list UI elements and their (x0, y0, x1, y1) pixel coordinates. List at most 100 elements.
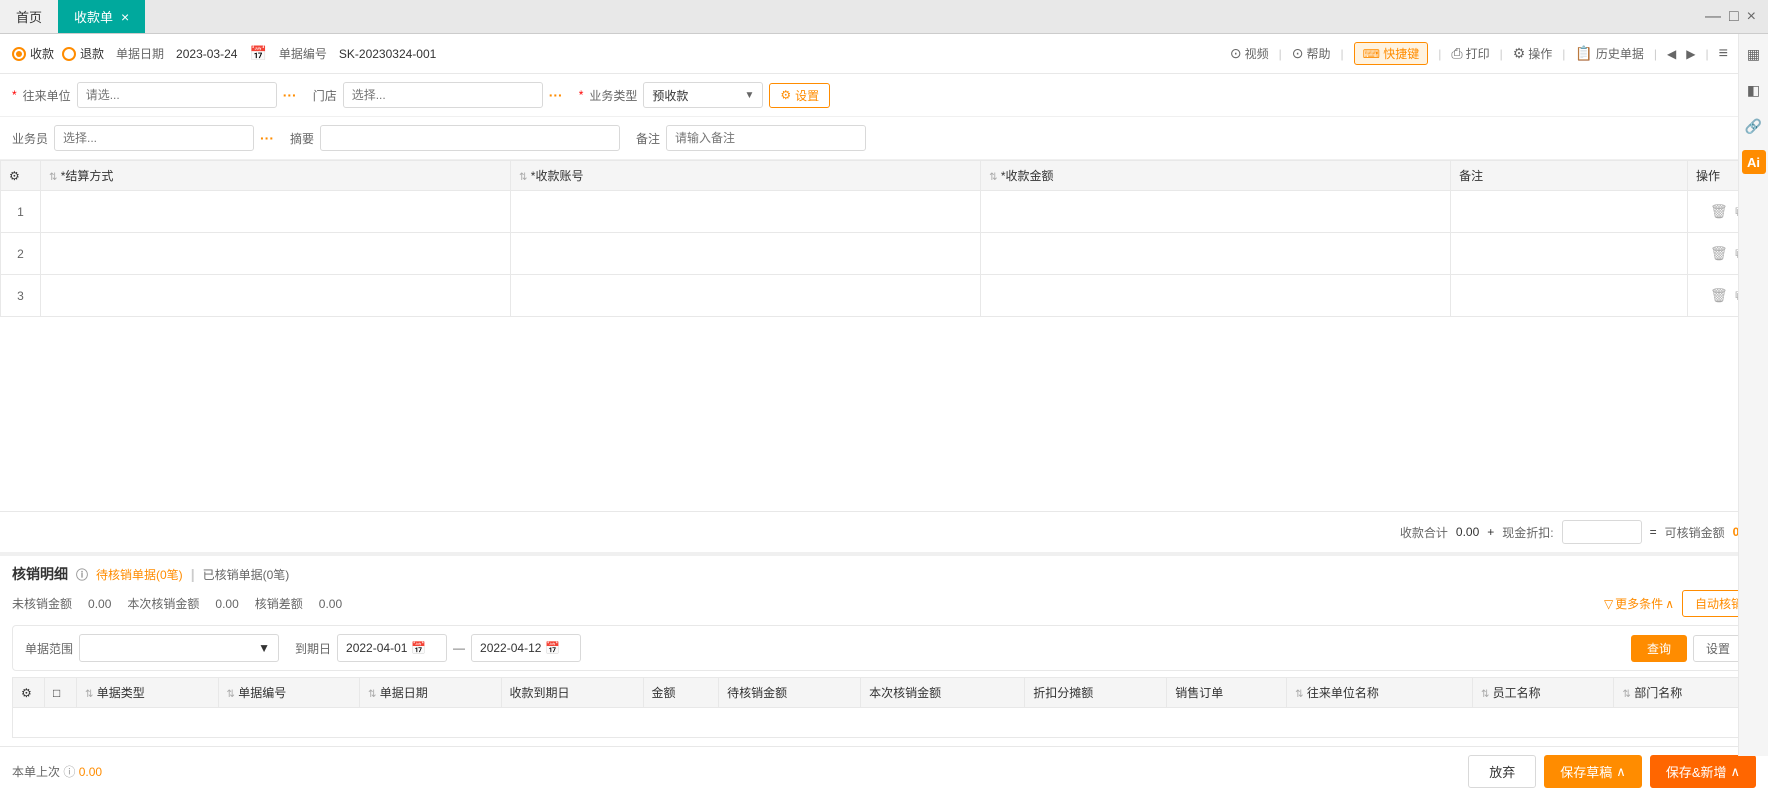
vcol-amount: 金额 (643, 678, 719, 708)
table-row: 2 🗑 ⧉ (1, 233, 1768, 275)
abandon-btn[interactable]: 放弃 (1468, 755, 1536, 788)
tab-bar: 首页 收款单 × — □ × (0, 0, 1768, 34)
history-label: 历史单据 (1596, 45, 1644, 62)
settings-button[interactable]: ⚙ 设置 (769, 83, 830, 108)
verify-table-wrapper: ⚙ □ ⇅ 单据类型 ⇅ 单据编号 ⇅ (12, 677, 1756, 738)
vcol-due-date-label: 收款到期日 (510, 686, 570, 700)
verify-stats-right: ▽ 更多条件 ∧ 自动核销 (1604, 590, 1756, 617)
row-settlement-3[interactable] (41, 275, 511, 317)
pending-tab[interactable]: 待核销单据(0笔) (96, 566, 183, 583)
delete-row-3-btn[interactable]: 🗑 (1708, 285, 1730, 306)
radio-receipt[interactable]: 收款 (12, 45, 54, 62)
shortcut-btn[interactable]: ⌨ 快捷键 (1354, 42, 1429, 65)
discount-input[interactable] (1562, 520, 1642, 544)
date-from-picker[interactable]: 2022-04-01 📅 (337, 634, 447, 662)
sidebar-panel-icon[interactable]: ◧ (1742, 78, 1766, 102)
row-account-2[interactable] (511, 233, 981, 275)
filter-row: 单据范围 ▼ 到期日 2022-04-01 📅 — 2022-04-12 (12, 625, 1756, 671)
save-draft-btn[interactable]: 保存草稿 ∧ (1544, 755, 1642, 788)
col-settings-header[interactable]: ⚙ (1, 161, 41, 191)
radio-refund[interactable]: 退款 (62, 45, 104, 62)
vcol-dept: ⇅ 部门名称 (1614, 678, 1756, 708)
help-btn[interactable]: ⊙ 帮助 (1292, 45, 1331, 62)
home-tab-label: 首页 (16, 7, 42, 26)
vcol-due-date: 收款到期日 (501, 678, 643, 708)
query-btn[interactable]: 查询 (1631, 635, 1687, 662)
unverified-value: 0.00 (88, 597, 111, 611)
menu-icon[interactable]: ≡ (1719, 45, 1728, 63)
row-note-3[interactable] (1451, 275, 1688, 317)
vcol-partner-label: 往来单位名称 (1307, 686, 1379, 700)
tab-home[interactable]: 首页 (0, 0, 58, 33)
close-window-icon[interactable]: × (1747, 8, 1756, 26)
delete-row-2-btn[interactable]: 🗑 (1708, 243, 1730, 264)
settlement-sort-icon[interactable]: ⇅ (49, 172, 57, 183)
prev-info-icon[interactable]: ⓘ (63, 765, 78, 779)
verify-table: ⚙ □ ⇅ 单据类型 ⇅ 单据编号 ⇅ (12, 677, 1756, 738)
sidebar-table-icon[interactable]: ▦ (1742, 42, 1766, 66)
row-account-1[interactable] (511, 191, 981, 233)
row-settlement-1[interactable] (41, 191, 511, 233)
sidebar-ai-icon[interactable]: Ai (1742, 150, 1766, 174)
prev-amount-info: 本单上次 ⓘ 0.00 (12, 763, 102, 780)
row-note-1[interactable] (1451, 191, 1688, 233)
prev-nav-icon[interactable]: ◀ (1667, 47, 1676, 61)
tab-close-icon[interactable]: × (121, 9, 129, 25)
tab-receipt[interactable]: 收款单 × (58, 0, 145, 33)
partner-more-btn[interactable]: ··· (283, 87, 297, 103)
operations-btn[interactable]: ⚙ 操作 (1513, 45, 1553, 62)
vcol-settings[interactable]: ⚙ (13, 678, 45, 708)
minimize-icon[interactable]: — (1705, 8, 1721, 26)
delete-row-1-btn[interactable]: 🗑 (1708, 201, 1730, 222)
video-btn[interactable]: ⊙ 视频 (1230, 45, 1269, 62)
save-new-label: 保存&新增 (1666, 762, 1727, 781)
row-amount-2[interactable] (981, 233, 1451, 275)
vcol-checkbox[interactable]: □ (45, 678, 77, 708)
row-note-2[interactable] (1451, 233, 1688, 275)
vcol-bill-date-label: 单据日期 (380, 686, 428, 700)
done-tab[interactable]: 已核销单据(0笔) (203, 566, 290, 583)
staff-more-btn[interactable]: ··· (260, 130, 274, 146)
next-nav-icon[interactable]: ▶ (1686, 47, 1695, 61)
vcol-bill-type: ⇅ 单据类型 (77, 678, 219, 708)
account-sort-icon[interactable]: ⇅ (519, 172, 527, 183)
summary-input[interactable] (320, 125, 620, 151)
note-input[interactable] (666, 125, 866, 151)
vcol-amount-label: 金额 (652, 686, 676, 700)
calendar-from-icon: 📅 (411, 641, 426, 655)
total-value: 0.00 (1456, 525, 1479, 539)
range-select[interactable]: ▼ (79, 634, 279, 662)
range-filter-field: 单据范围 ▼ (25, 634, 279, 662)
shortcut-label[interactable]: ⌨ 快捷键 (1354, 42, 1429, 65)
row-settlement-2[interactable] (41, 233, 511, 275)
operations-label: 操作 (1528, 45, 1552, 62)
staff-input[interactable] (54, 125, 254, 151)
help-icon: ⊙ (1292, 45, 1304, 62)
print-btn[interactable]: ⎙ 打印 (1451, 45, 1489, 62)
top-toolbar: 收款 退款 单据日期 2023-03-24 📅 单据编号 SK-20230324… (0, 34, 1768, 74)
window-controls: — □ × (1705, 8, 1768, 26)
calendar-icon[interactable]: 📅 (249, 45, 266, 62)
partner-input[interactable] (77, 82, 277, 108)
help-label: 帮助 (1306, 45, 1330, 62)
maximize-icon[interactable]: □ (1729, 8, 1739, 26)
save-new-btn[interactable]: 保存&新增 ∧ (1650, 755, 1756, 788)
biz-type-select[interactable]: 预收款 ▼ (643, 82, 763, 108)
more-conditions-btn[interactable]: ▽ 更多条件 ∧ (1604, 595, 1674, 612)
store-input[interactable] (343, 82, 543, 108)
filter-actions: 查询 设置 (1631, 635, 1743, 662)
vcol-staff-label: 员工名称 (1493, 686, 1541, 700)
date-to-picker[interactable]: 2022-04-12 📅 (471, 634, 581, 662)
sidebar-link-icon[interactable]: 🔗 (1742, 114, 1766, 138)
row-account-3[interactable] (511, 275, 981, 317)
amount-sort-icon[interactable]: ⇅ (989, 172, 997, 183)
row-amount-3[interactable] (981, 275, 1451, 317)
store-more-btn[interactable]: ··· (549, 87, 563, 103)
history-btn[interactable]: 📋 历史单据 (1575, 45, 1643, 62)
vcol-bill-date: ⇅ 单据日期 (360, 678, 502, 708)
filter-settings-btn[interactable]: 设置 (1693, 635, 1743, 662)
due-date-label: 到期日 (295, 640, 331, 657)
row-amount-1[interactable] (981, 191, 1451, 233)
verify-info-icon[interactable]: ⓘ (76, 566, 88, 583)
staff-label: 业务员 (12, 130, 48, 147)
